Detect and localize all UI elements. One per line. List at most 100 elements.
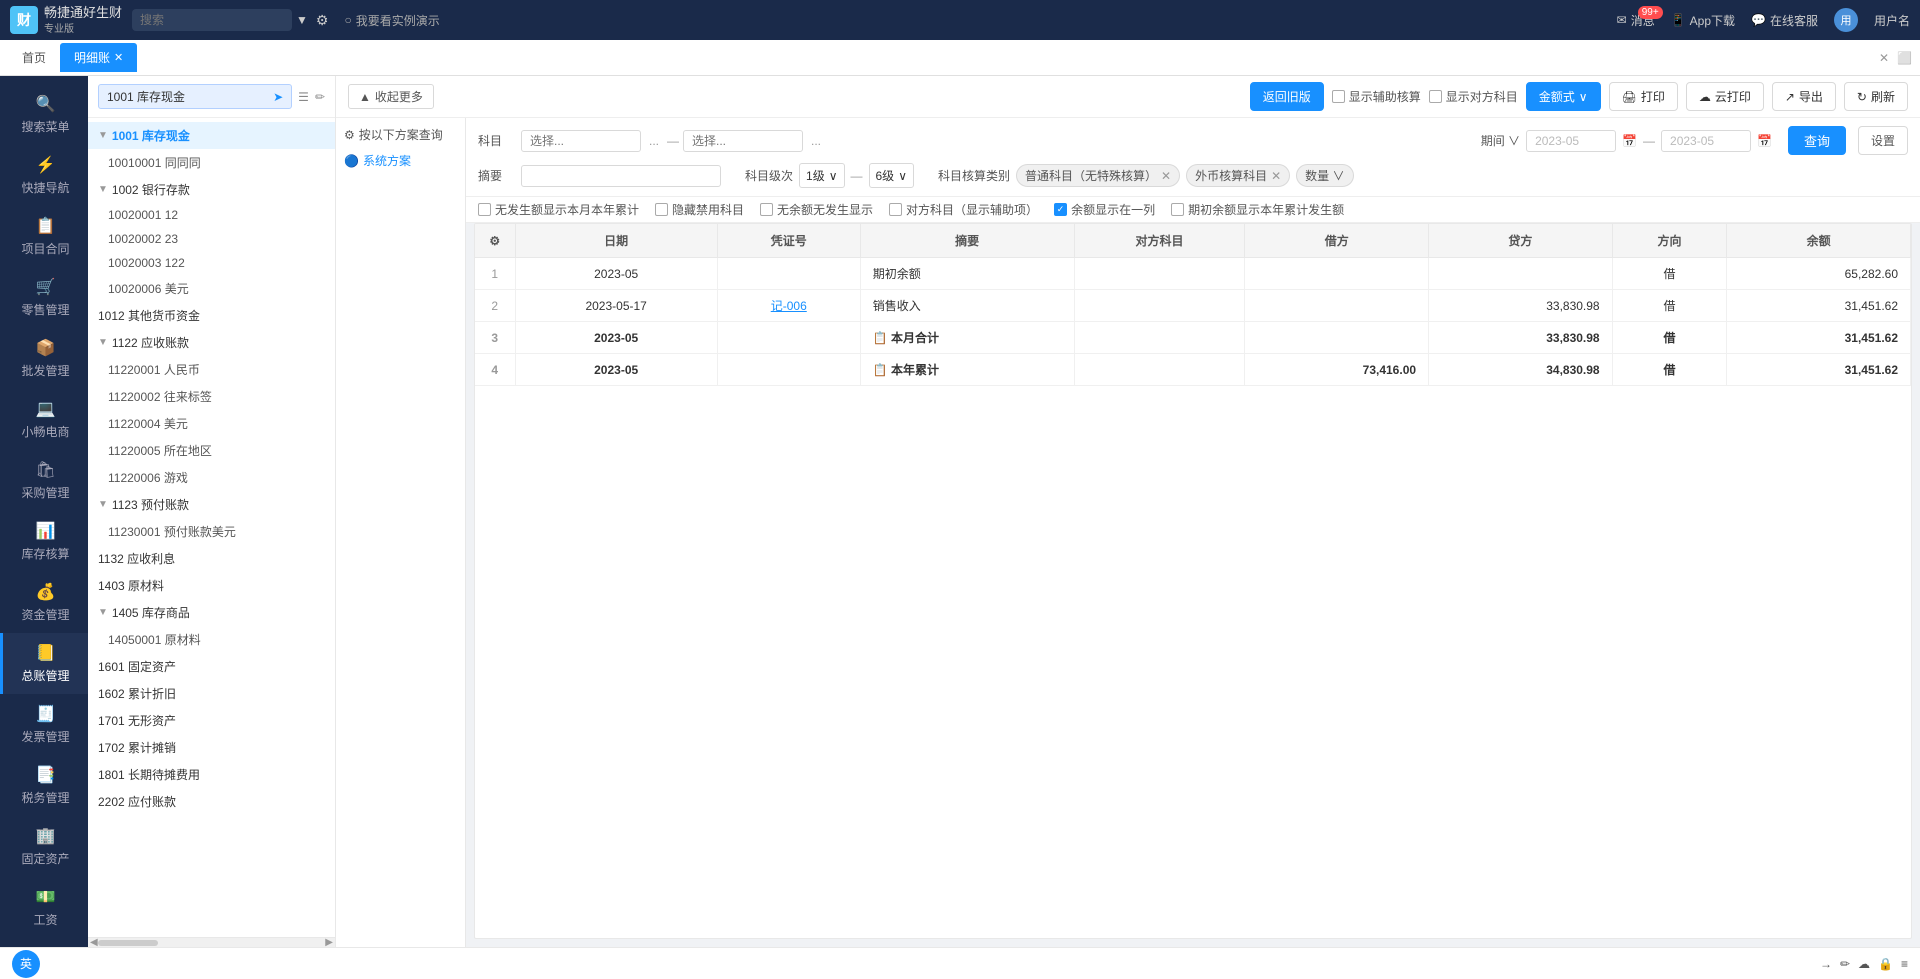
sidebar-item-salary[interactable]: 💵 工资 — [0, 877, 88, 938]
cb-no-balance[interactable]: 无余额无发生显示 — [760, 201, 873, 218]
sidebar-item-accounting[interactable]: 📒 总账管理 — [0, 633, 88, 694]
tag-normal[interactable]: 普通科目（无特殊核算） ✕ — [1016, 164, 1180, 187]
tree-item-1601[interactable]: 1601 固定资产 — [88, 653, 335, 680]
period-dropdown-label[interactable]: 期间 ∨ — [1481, 132, 1520, 149]
cloud-print-btn[interactable]: ☁ 云打印 — [1686, 82, 1764, 111]
message-btn[interactable]: ✉ 消息 99+ — [1617, 12, 1655, 29]
edit-icon[interactable]: ✏ — [315, 90, 325, 104]
sidebar-item-retail[interactable]: 🛒 零售管理 — [0, 267, 88, 328]
bottom-arrow-icon[interactable]: → — [1820, 957, 1832, 971]
subject-to-input[interactable] — [683, 130, 803, 152]
tag-close-icon[interactable]: ✕ — [1271, 169, 1281, 183]
tab-window-max-icon[interactable]: ⬜ — [1897, 51, 1912, 65]
tab-ledger[interactable]: 明细账 ✕ — [60, 43, 137, 72]
tree-item-10020006[interactable]: 10020006 美元 — [88, 275, 335, 302]
sidebar-item-ecommerce[interactable]: 💻 小畅电商 — [0, 389, 88, 450]
tree-item-11220005[interactable]: 11220005 所在地区 — [88, 437, 335, 464]
period-to-input[interactable] — [1661, 130, 1751, 152]
bottom-menu-icon[interactable]: ≡ — [1901, 957, 1908, 971]
tree-item-1122[interactable]: ▼ 1122 应收账款 — [88, 329, 335, 356]
tree-item-1012[interactable]: 1012 其他货币资金 — [88, 302, 335, 329]
cb-no-occurrence[interactable]: 无发生额显示本月本年累计 — [478, 201, 639, 218]
settings-icon[interactable]: ⚙ — [316, 12, 329, 29]
tree-item-11230001[interactable]: 11230001 预付账款美元 — [88, 518, 335, 545]
demo-link[interactable]: ○ 我要看实例演示 — [344, 12, 439, 29]
tab-home[interactable]: 首页 — [8, 43, 60, 72]
level-to-select[interactable]: 6级 ∨ — [869, 163, 914, 188]
tree-item-2202[interactable]: 2202 应付账款 — [88, 788, 335, 815]
filter-settings-btn[interactable]: 设置 — [1858, 126, 1908, 155]
tab-close-icon[interactable]: ✕ — [114, 51, 123, 64]
tree-item-1002[interactable]: ▼ 1002 银行存款 — [88, 176, 335, 203]
user-avatar[interactable]: 用 — [1834, 8, 1858, 32]
tree-item-1405[interactable]: ▼ 1405 库存商品 — [88, 599, 335, 626]
tree-item-1403[interactable]: 1403 原材料 — [88, 572, 335, 599]
subject-from-input[interactable] — [521, 130, 641, 152]
tree-item-10020003[interactable]: 10020003 122 — [88, 251, 335, 275]
tree-item-1132[interactable]: 1132 应收利息 — [88, 545, 335, 572]
cb-show-contra[interactable]: 对方科目（显示辅助项） — [889, 201, 1038, 218]
tree-item-11220006[interactable]: 11220006 游戏 — [88, 464, 335, 491]
row-voucher-2[interactable]: 记-006 — [717, 290, 860, 322]
bottom-edit-icon[interactable]: ✏ — [1840, 957, 1850, 971]
level-from-select[interactable]: 1级 ∨ — [799, 163, 844, 188]
tab-window-min-icon[interactable]: ✕ — [1879, 51, 1889, 65]
bottom-cloud-icon[interactable]: ☁ — [1858, 957, 1870, 971]
left-panel-hscroll[interactable]: ◀ ▶ — [88, 937, 335, 947]
tree-item-10020002[interactable]: 10020002 23 — [88, 227, 335, 251]
cb-hide-disabled[interactable]: 隐藏禁用科目 — [655, 201, 744, 218]
sidebar-item-wholesale[interactable]: 📦 批发管理 — [0, 328, 88, 389]
account-select-icon[interactable]: ➤ — [273, 90, 283, 104]
sidebar-item-search[interactable]: 🔍 搜索菜单 — [0, 84, 88, 145]
sidebar-item-quicknav[interactable]: ⚡ 快捷导航 — [0, 145, 88, 206]
query-btn[interactable]: 查询 — [1788, 126, 1846, 155]
search-dropdown-icon[interactable]: ▼ — [296, 13, 308, 27]
sidebar-item-project[interactable]: 📋 项目合同 — [0, 206, 88, 267]
tree-item-14050001[interactable]: 14050001 原材料 — [88, 626, 335, 653]
search-input[interactable] — [132, 9, 292, 31]
sidebar-item-assets[interactable]: 🏢 固定资产 — [0, 816, 88, 877]
online-service-btn[interactable]: 💬 在线客服 — [1751, 12, 1818, 29]
tree-item-1801[interactable]: 1801 长期待摊费用 — [88, 761, 335, 788]
bottom-lock-icon[interactable]: 🔒 — [1878, 957, 1893, 971]
sidebar-item-purchase[interactable]: 🛍 采购管理 — [0, 450, 88, 511]
col-settings[interactable]: ⚙ — [475, 224, 515, 258]
tree-item-1701[interactable]: 1701 无形资产 — [88, 707, 335, 734]
tag-quantity[interactable]: 数量 ∨ — [1296, 164, 1353, 187]
export-btn[interactable]: ↗ 导出 — [1772, 82, 1836, 111]
tag-close-icon[interactable]: ✕ — [1161, 169, 1171, 183]
scroll-right-arrow[interactable]: ▶ — [325, 937, 333, 947]
voucher-link[interactable]: 记-006 — [771, 299, 807, 313]
period-calendar-from-icon[interactable]: 📅 — [1622, 134, 1637, 148]
refresh-btn[interactable]: ↻ 刷新 — [1844, 82, 1908, 111]
sidebar-item-finance[interactable]: 💰 资金管理 — [0, 572, 88, 633]
tree-item-10010001[interactable]: 10010001 同同同 — [88, 149, 335, 176]
tree-item-10020001[interactable]: 10020001 12 — [88, 203, 335, 227]
list-view-icon[interactable]: ☰ — [298, 90, 309, 104]
print-btn[interactable]: 🖨 打印 — [1609, 82, 1678, 111]
sidebar-item-operations[interactable]: 📈 经营管理 — [0, 938, 88, 947]
subject-to-dots[interactable]: ... — [807, 134, 825, 148]
sidebar-item-inventory[interactable]: 📊 库存核算 — [0, 511, 88, 572]
sidebar-item-invoice[interactable]: 🧾 发票管理 — [0, 694, 88, 755]
scheme-system-item[interactable]: 🔵 系统方案 — [344, 149, 457, 172]
amount-mode-btn[interactable]: 金额式 ∨ — [1526, 82, 1601, 111]
tree-item-1123[interactable]: ▼ 1123 预付账款 — [88, 491, 335, 518]
tree-item-1602[interactable]: 1602 累计折旧 — [88, 680, 335, 707]
show-assist-checkbox[interactable]: 显示辅助核算 — [1332, 88, 1421, 105]
cb-show-year-accum[interactable]: 期初余额显示本年累计发生额 — [1171, 201, 1344, 218]
tree-item-1702[interactable]: 1702 累计摊销 — [88, 734, 335, 761]
go-back-btn[interactable]: 返回旧版 — [1250, 82, 1324, 111]
show-contra-checkbox[interactable]: 显示对方科目 — [1429, 88, 1518, 105]
summary-input[interactable] — [521, 165, 721, 187]
sidebar-item-tax[interactable]: 📑 税务管理 — [0, 755, 88, 816]
tree-item-11220001[interactable]: 11220001 人民币 — [88, 356, 335, 383]
subject-dots[interactable]: ... — [645, 134, 663, 148]
expand-btn[interactable]: ▲ 收起更多 — [348, 84, 434, 109]
scheme-settings-icon[interactable]: ⚙ — [344, 128, 355, 142]
cb-show-balance-col[interactable]: ✓ 余额显示在一列 — [1054, 201, 1155, 218]
tag-foreign[interactable]: 外币核算科目 ✕ — [1186, 164, 1290, 187]
app-download-btn[interactable]: 📱 App下载 — [1671, 12, 1735, 29]
period-from-input[interactable] — [1526, 130, 1616, 152]
scroll-left-arrow[interactable]: ◀ — [90, 937, 98, 947]
